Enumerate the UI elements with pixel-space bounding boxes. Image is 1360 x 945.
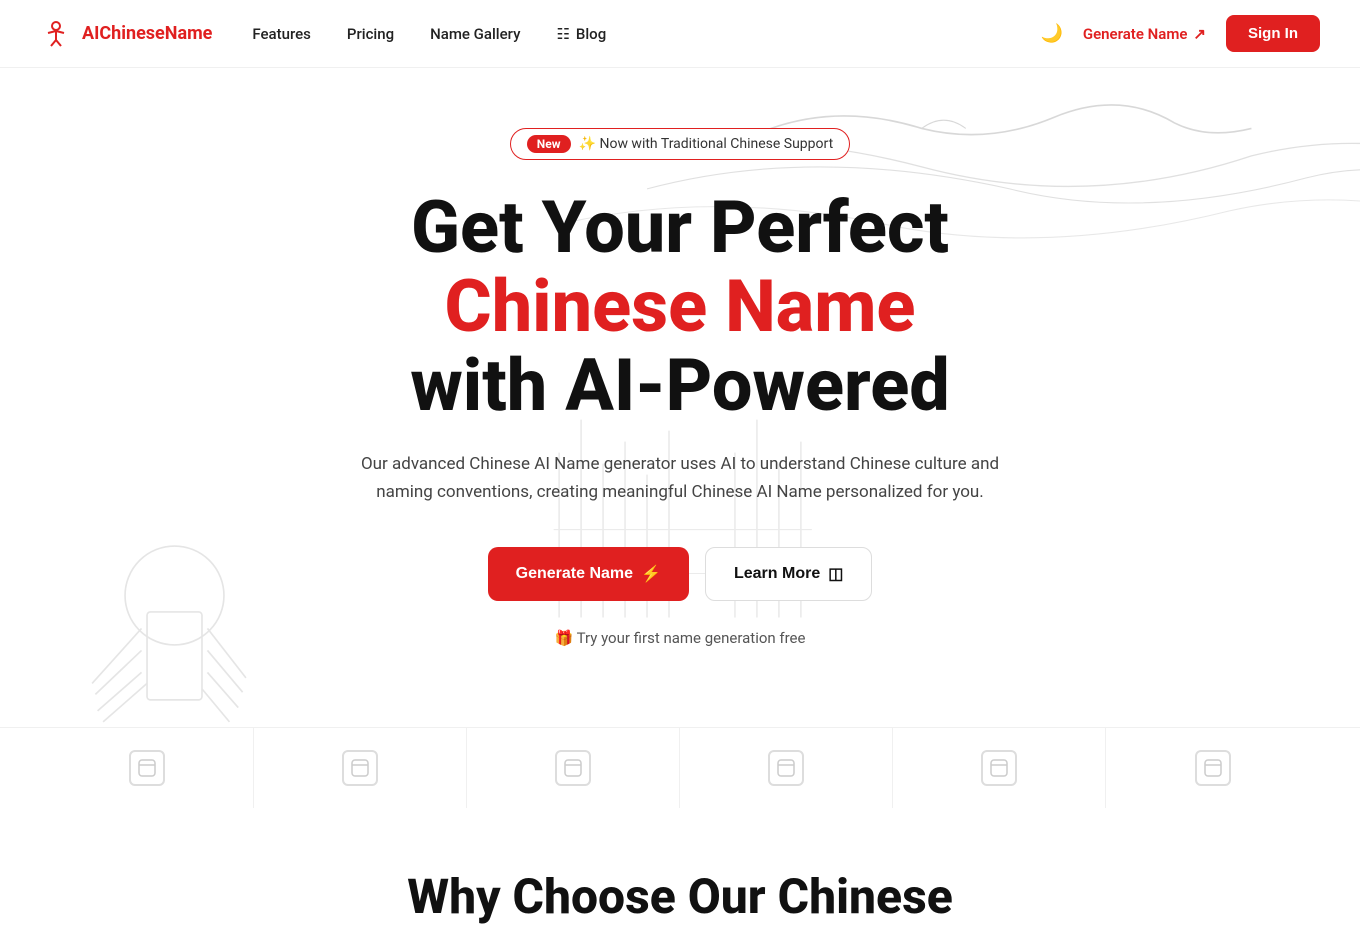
logo-strip <box>0 727 1360 808</box>
blog-icon: ☷ <box>556 25 569 43</box>
nav-blog-link[interactable]: ☷ Blog <box>556 25 606 43</box>
hero-subtitle: Our advanced Chinese AI Name generator u… <box>340 450 1020 508</box>
why-section: Why Choose Our Chinese <box>0 808 1360 945</box>
arrow-icon: ↗ <box>1193 25 1206 43</box>
nav-right: 🌙 Generate Name ↗ Sign In <box>1040 15 1320 52</box>
logo-icon <box>40 18 72 50</box>
lightning-icon: ⚡ <box>641 564 661 584</box>
navbar: AIChineseName Features Pricing Name Gall… <box>0 0 1360 68</box>
why-title: Why Choose Our Chinese <box>20 868 1340 925</box>
generate-btn-label: Generate Name <box>516 565 633 583</box>
hero-title-line3: with AI-Powered <box>410 343 950 428</box>
generate-name-link[interactable]: Generate Name ↗ <box>1083 25 1206 43</box>
nav-pricing-link[interactable]: Pricing <box>347 25 394 43</box>
badge-description: ✨ Now with Traditional Chinese Support <box>579 136 834 152</box>
learn-more-button[interactable]: Learn More ◫ <box>705 547 872 601</box>
nav-links: Features Pricing Name Gallery ☷ Blog <box>252 24 606 43</box>
hero-buttons: Generate Name ⚡ Learn More ◫ <box>20 547 1340 601</box>
hero-section: New ✨ Now with Traditional Chinese Suppo… <box>0 68 1360 727</box>
nav-gallery-link[interactable]: Name Gallery <box>430 25 520 43</box>
partner-logo-4 <box>768 750 804 786</box>
partner-logo-6 <box>1195 750 1231 786</box>
logo-strip-item <box>1106 728 1319 808</box>
dark-mode-toggle[interactable]: 🌙 <box>1040 23 1062 44</box>
hero-content: New ✨ Now with Traditional Chinese Suppo… <box>20 128 1340 647</box>
book-icon: ◫ <box>828 564 843 584</box>
generate-name-button[interactable]: Generate Name ⚡ <box>488 547 689 601</box>
partner-logo-3 <box>555 750 591 786</box>
logo-strip-item <box>893 728 1106 808</box>
hero-title: Get Your Perfect Chinese Name with AI-Po… <box>20 188 1340 426</box>
badge-new-label: New <box>527 135 571 153</box>
signin-button[interactable]: Sign In <box>1226 15 1320 52</box>
logo-strip-item <box>41 728 254 808</box>
partner-logo-2 <box>342 750 378 786</box>
hero-title-line2: Chinese Name <box>445 264 916 349</box>
logo-text: AIChineseName <box>82 23 212 44</box>
announcement-badge: New ✨ Now with Traditional Chinese Suppo… <box>510 128 850 160</box>
hero-free-note: 🎁 Try your first name generation free <box>20 629 1340 647</box>
partner-logo-1 <box>129 750 165 786</box>
logo-strip-item <box>254 728 467 808</box>
hero-title-line1: Get Your Perfect <box>411 185 949 270</box>
logo-link[interactable]: AIChineseName <box>40 18 212 50</box>
partner-logo-5 <box>981 750 1017 786</box>
logo-strip-item <box>467 728 680 808</box>
nav-features-link[interactable]: Features <box>252 25 310 43</box>
logo-strip-item <box>680 728 893 808</box>
learn-btn-label: Learn More <box>734 565 820 583</box>
